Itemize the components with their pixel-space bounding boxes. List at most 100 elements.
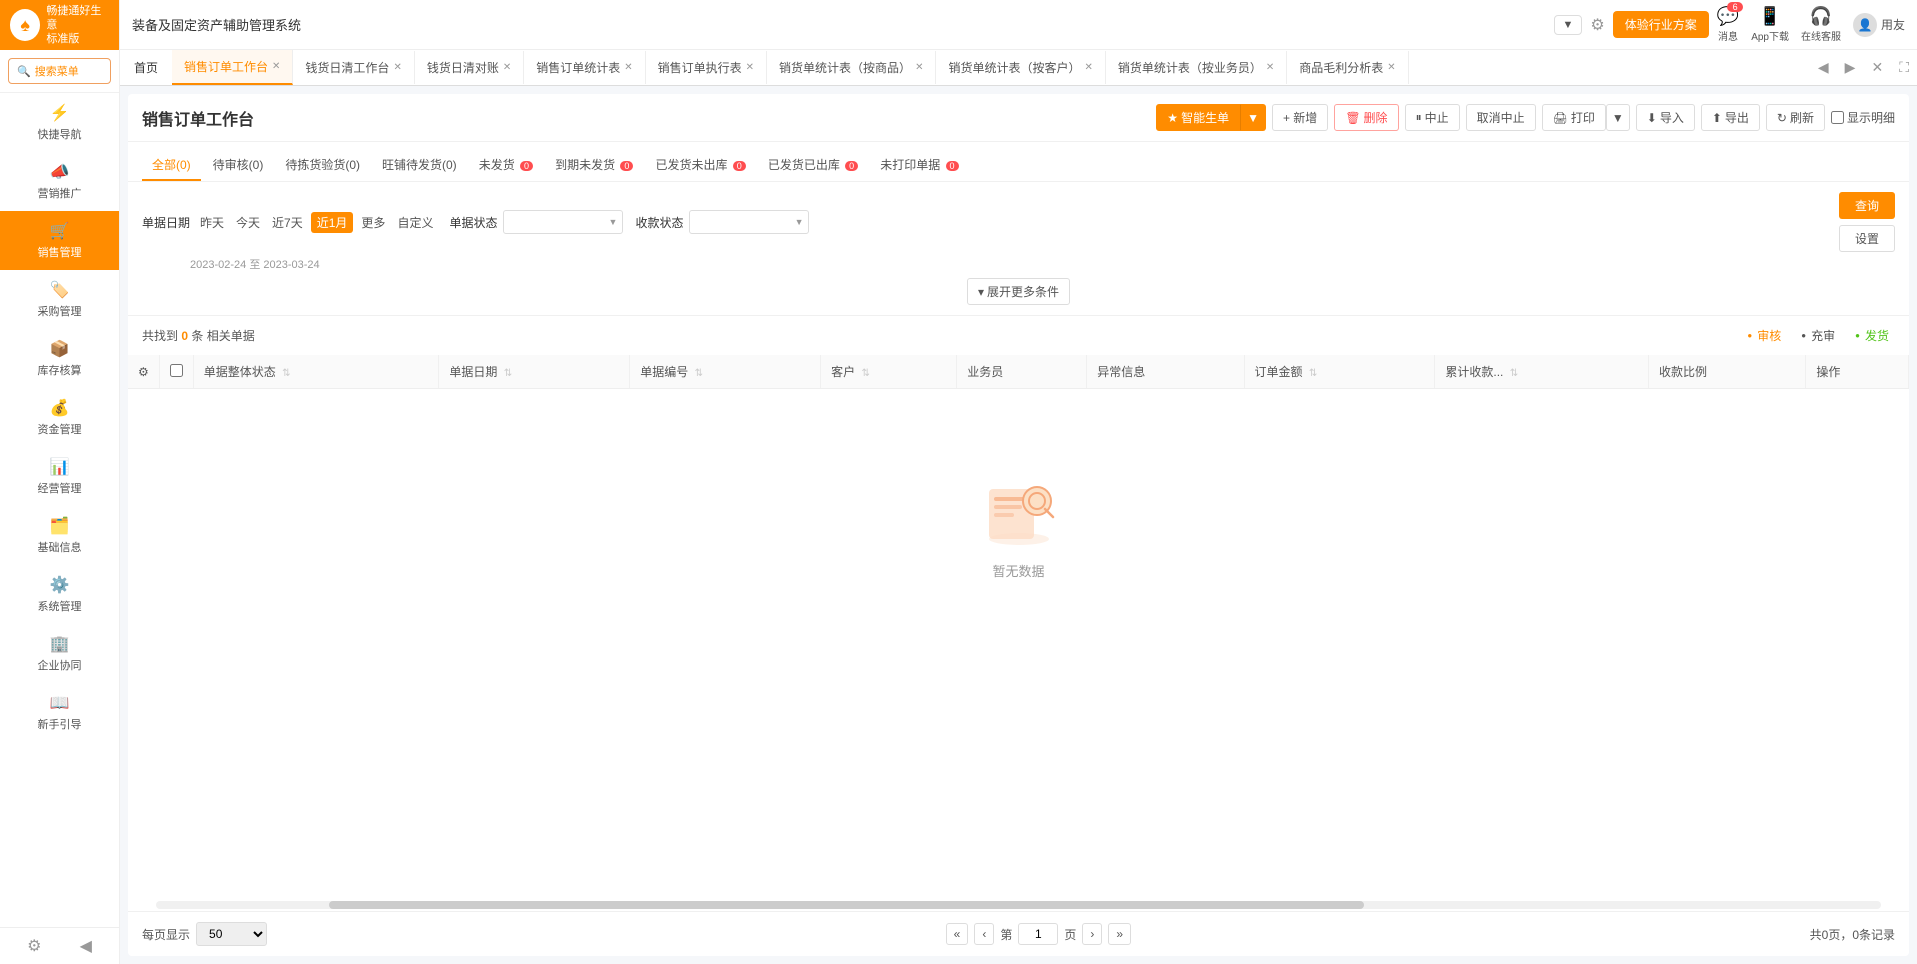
- pagination: « ‹ 第 页 › »: [946, 923, 1131, 945]
- tab-close-order-stats-staff[interactable]: ✕: [1266, 62, 1274, 73]
- print-dropdown[interactable]: ▼: [1606, 104, 1630, 131]
- subtab-all[interactable]: 全部(0): [142, 150, 201, 181]
- subtab-pending-inspection[interactable]: 待拣货验货(0): [275, 150, 370, 181]
- tab-cash-reconcile[interactable]: 钱货日清对账 ✕: [415, 51, 524, 84]
- tab-close-margin-analysis[interactable]: ✕: [1387, 62, 1395, 73]
- search-menu-button[interactable]: 🔍 搜索菜单: [8, 58, 111, 84]
- date-range-text: 2023-02-24 至 2023-03-24: [190, 259, 320, 271]
- prev-page-button[interactable]: ‹: [974, 923, 994, 945]
- page-number-input[interactable]: [1018, 923, 1058, 945]
- tab-close-order-stats-product[interactable]: ✕: [915, 62, 923, 73]
- tab-prev-button[interactable]: ◀: [1810, 51, 1837, 84]
- tab-sales-stats[interactable]: 销售订单统计表 ✕: [524, 51, 645, 84]
- tab-order-stats-product[interactable]: 销货单统计表（按商品） ✕: [767, 51, 936, 84]
- batch-revoke-button[interactable]: 充审: [1795, 324, 1841, 347]
- tab-close-sales-exec[interactable]: ✕: [746, 62, 754, 73]
- date-recent7[interactable]: 近7天: [268, 212, 307, 233]
- horizontal-scrollbar[interactable]: [156, 901, 1881, 909]
- smart-create-button[interactable]: ★ 智能生单: [1156, 104, 1240, 131]
- date-recent1m[interactable]: 近1月: [311, 212, 354, 233]
- next-page-button[interactable]: ›: [1082, 923, 1102, 945]
- sidebar-item-base-info[interactable]: 🗂️ 基础信息: [0, 506, 119, 565]
- tab-close-all-button[interactable]: ✕: [1863, 51, 1891, 84]
- online-service-button[interactable]: 🎧 在线客服: [1801, 6, 1841, 43]
- import-button[interactable]: ⬇ 导入: [1636, 104, 1695, 131]
- subtab-expired-unshipped[interactable]: 到期未发货 0: [545, 150, 643, 181]
- subtab-unshipped[interactable]: 未发货 0: [469, 150, 543, 181]
- horizontal-scrollbar-thumb[interactable]: [329, 901, 1364, 909]
- select-all-checkbox[interactable]: [170, 364, 183, 377]
- refresh-button[interactable]: ↻ 刷新: [1766, 104, 1825, 131]
- sidebar-item-finance[interactable]: 💰 资金管理: [0, 388, 119, 447]
- sort-date-icon[interactable]: ⇅: [504, 368, 512, 379]
- payment-select[interactable]: [689, 210, 809, 234]
- sort-number-icon[interactable]: ⇅: [695, 368, 703, 379]
- subtab-shipped-not-out[interactable]: 已发货未出库 0: [645, 150, 755, 181]
- tab-order-stats-staff[interactable]: 销货单统计表（按业务员） ✕: [1106, 51, 1287, 84]
- print-button[interactable]: 🖨 打印: [1542, 104, 1606, 131]
- topbar-settings-icon[interactable]: ⚙: [1590, 15, 1604, 35]
- tab-order-stats-customer[interactable]: 销货单统计表（按客户） ✕: [936, 51, 1105, 84]
- sort-customer-icon[interactable]: ⇅: [861, 368, 869, 379]
- system-dropdown-button[interactable]: ▼: [1554, 15, 1583, 35]
- subtab-shipped-out[interactable]: 已发货已出库 0: [758, 150, 868, 181]
- industry-solution-button[interactable]: 体验行业方案: [1613, 11, 1709, 38]
- sidebar-item-system[interactable]: ⚙️ 系统管理: [0, 565, 119, 624]
- sort-collected-icon[interactable]: ⇅: [1510, 368, 1518, 379]
- first-page-button[interactable]: «: [946, 923, 969, 945]
- sidebar-item-sales[interactable]: 🛒 销售管理: [0, 211, 119, 270]
- tab-close-sales-stats[interactable]: ✕: [624, 62, 632, 73]
- sort-status-icon[interactable]: ⇅: [282, 368, 290, 379]
- tab-sales-exec[interactable]: 销售订单执行表 ✕: [646, 51, 767, 84]
- sidebar-item-purchase[interactable]: 🏷️ 采购管理: [0, 270, 119, 329]
- expand-filters-button[interactable]: ▾ 展开更多条件: [967, 278, 1070, 305]
- user-button[interactable]: 👤 用友: [1853, 13, 1905, 37]
- subtab-wangpu-pending[interactable]: 旺铺待发货(0): [372, 150, 467, 181]
- smart-create-dropdown[interactable]: ▼: [1240, 104, 1266, 131]
- tab-close-cash-daily[interactable]: ✕: [393, 62, 401, 73]
- th-customer: 客户 ⇅: [821, 355, 957, 389]
- date-today[interactable]: 今天: [232, 212, 264, 233]
- date-more[interactable]: 更多: [357, 212, 389, 233]
- batch-review-button[interactable]: 审核: [1741, 324, 1787, 347]
- last-page-button[interactable]: »: [1108, 923, 1131, 945]
- sidebar-item-inventory[interactable]: 📦 库存核算: [0, 329, 119, 388]
- sidebar-settings-button[interactable]: ⚙: [27, 936, 41, 956]
- tab-home[interactable]: 首页: [120, 51, 172, 84]
- message-button[interactable]: 💬 消息 6: [1717, 6, 1739, 43]
- tab-close-order-stats-customer[interactable]: ✕: [1084, 62, 1092, 73]
- export-button[interactable]: ⬆ 导出: [1701, 104, 1760, 131]
- tab-next-button[interactable]: ▶: [1837, 51, 1864, 84]
- tab-margin-analysis[interactable]: 商品毛利分析表 ✕: [1287, 51, 1408, 84]
- sidebar-item-guide[interactable]: 📖 新手引导: [0, 683, 119, 742]
- app-download-button[interactable]: 📱 App下载: [1751, 6, 1789, 43]
- date-yesterday[interactable]: 昨天: [196, 212, 228, 233]
- subtab-unprinted[interactable]: 未打印单据 0: [870, 150, 968, 181]
- display-detail-label[interactable]: 显示明细: [1847, 109, 1895, 126]
- gear-icon[interactable]: ⚙: [138, 365, 149, 379]
- subtab-pending-review[interactable]: 待审核(0): [203, 150, 274, 181]
- sidebar-item-operations[interactable]: 📊 经营管理: [0, 447, 119, 506]
- tab-close-cash-reconcile[interactable]: ✕: [503, 62, 511, 73]
- batch-ship-button[interactable]: 发货: [1849, 324, 1895, 347]
- tab-close-sales-workbench[interactable]: ✕: [272, 61, 280, 72]
- table-footer: 每页显示 50 10 20 100 « ‹ 第 页 › »: [128, 911, 1909, 956]
- tab-expand-button[interactable]: ⛶: [1891, 51, 1917, 84]
- filter-settings-button[interactable]: 设置: [1839, 225, 1895, 252]
- pause-button[interactable]: ⏸ 中止: [1405, 104, 1460, 131]
- sidebar-item-marketing[interactable]: 📣 营销推广: [0, 152, 119, 211]
- sort-amount-icon[interactable]: ⇅: [1309, 368, 1317, 379]
- add-button[interactable]: + 新增: [1272, 104, 1328, 131]
- tab-cash-daily[interactable]: 钱货日清工作台 ✕: [293, 51, 414, 84]
- date-custom[interactable]: 自定义: [393, 212, 437, 233]
- status-select[interactable]: [503, 210, 623, 234]
- delete-button[interactable]: 🗑 删除: [1334, 104, 1398, 131]
- sidebar-collapse-button[interactable]: ◀: [80, 936, 92, 956]
- sidebar-item-enterprise[interactable]: 🏢 企业协同: [0, 624, 119, 683]
- tab-sales-workbench[interactable]: 销售订单工作台 ✕: [172, 50, 293, 85]
- cancel-pause-button[interactable]: 取消中止: [1466, 104, 1536, 131]
- query-button[interactable]: 查询: [1839, 192, 1895, 219]
- per-page-select[interactable]: 50 10 20 100: [196, 922, 267, 946]
- sidebar-item-quick-nav[interactable]: ⚡ 快捷导航: [0, 93, 119, 152]
- display-detail-checkbox[interactable]: [1831, 111, 1844, 124]
